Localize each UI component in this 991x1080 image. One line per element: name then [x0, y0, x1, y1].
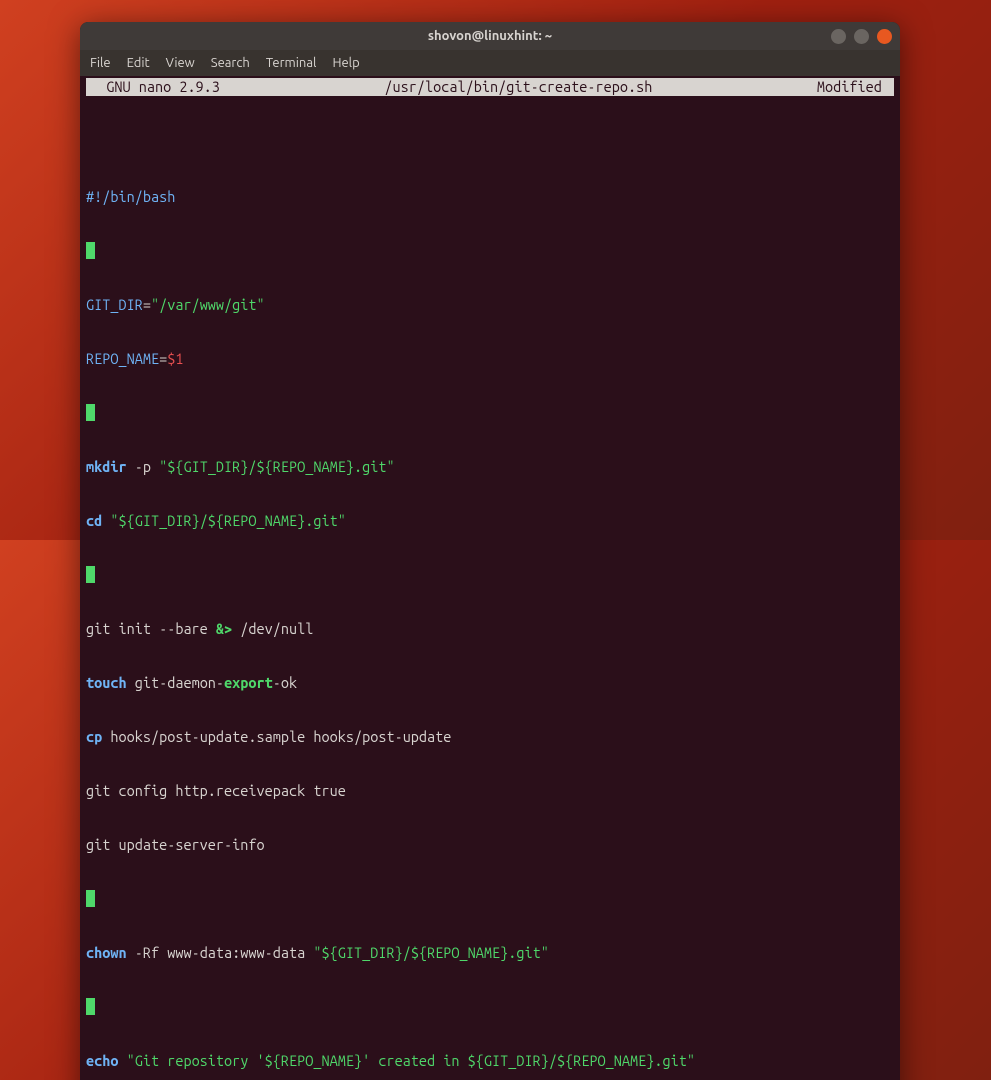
editor-content[interactable]: #!/bin/bash GIT_DIR="/var/www/git" REPO_… [86, 96, 894, 1080]
nano-filepath: /usr/local/bin/git-create-repo.sh [220, 78, 817, 96]
menu-search[interactable]: Search [211, 56, 250, 70]
terminal-window: shovon@linuxhint: ~ File Edit View Searc… [80, 22, 900, 1080]
nano-header: GNU nano 2.9.3 /usr/local/bin/git-create… [86, 78, 894, 96]
window-title: shovon@linuxhint: ~ [428, 29, 552, 43]
window-controls [831, 29, 892, 44]
menu-bar: File Edit View Search Terminal Help [80, 50, 900, 76]
minimize-icon[interactable] [831, 29, 846, 44]
menu-terminal[interactable]: Terminal [266, 56, 317, 70]
nano-status: Modified [817, 78, 890, 96]
maximize-icon[interactable] [854, 29, 869, 44]
menu-help[interactable]: Help [332, 56, 359, 70]
menu-file[interactable]: File [90, 56, 111, 70]
shebang-line: #!/bin/bash [86, 188, 175, 205]
menu-edit[interactable]: Edit [127, 56, 150, 70]
title-bar[interactable]: shovon@linuxhint: ~ [80, 22, 900, 50]
menu-view[interactable]: View [166, 56, 195, 70]
terminal-area[interactable]: GNU nano 2.9.3 /usr/local/bin/git-create… [80, 76, 900, 1080]
close-icon[interactable] [877, 29, 892, 44]
cursor-block [86, 242, 95, 259]
nano-version: GNU nano 2.9.3 [90, 78, 220, 96]
